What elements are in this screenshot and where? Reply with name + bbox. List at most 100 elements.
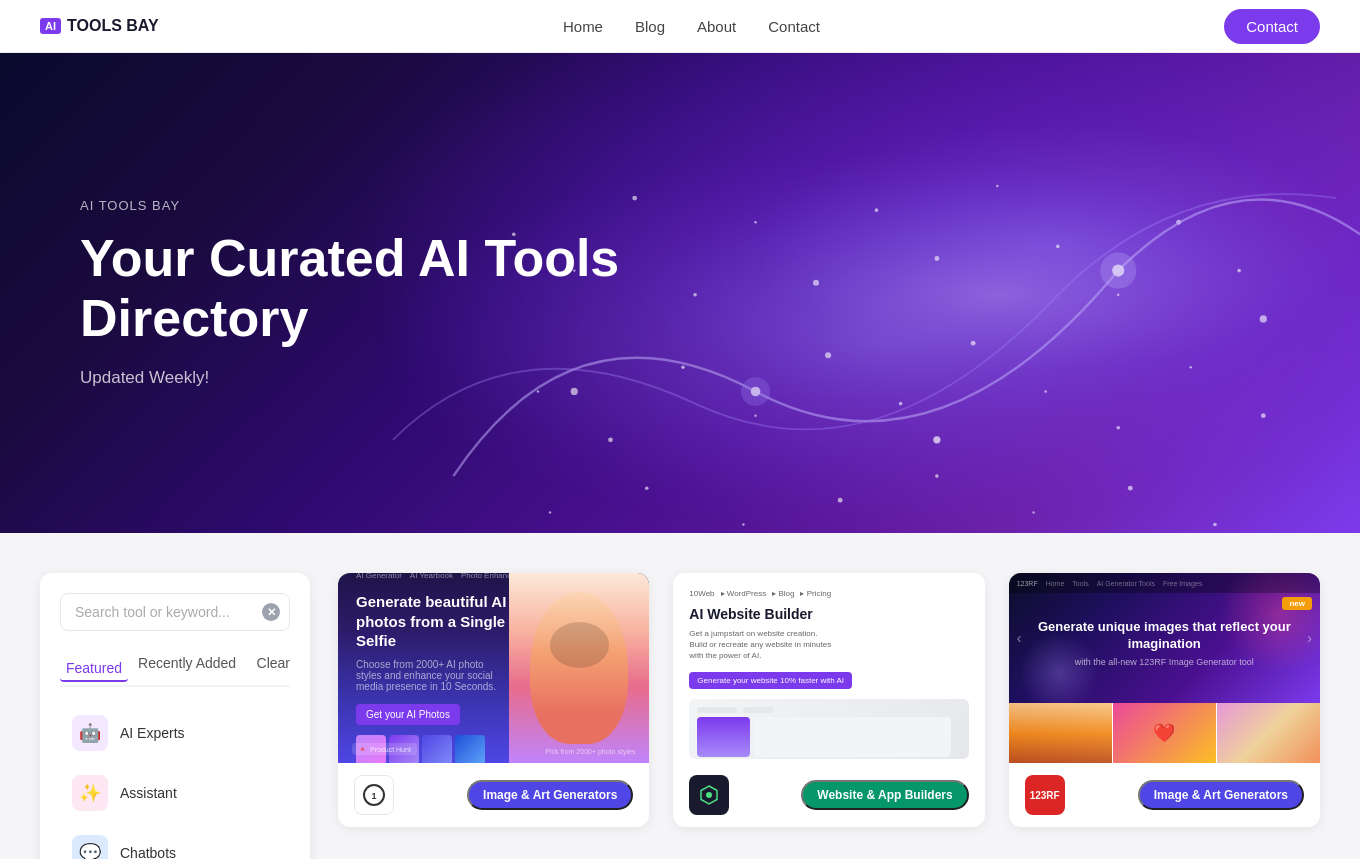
svg-point-20: [899, 402, 903, 406]
tool-logo-123rf: 123RF: [1025, 775, 1065, 815]
category-item-ai-experts[interactable]: 🤖 AI Experts: [60, 705, 290, 761]
tool-card-10web: 10Web ▸ WordPress ▸ Blog ▸ Pricing AI We…: [673, 573, 984, 827]
search-input[interactable]: [60, 593, 290, 631]
category-list: 🤖 AI Experts ✨ Assistant 💬 Chatbots 💻 Co…: [60, 705, 290, 859]
svg-point-30: [935, 474, 939, 478]
tool-screenshot-aragon: AI GeneratorAI YearbookPhoto EnhancerSty…: [338, 573, 649, 763]
new-badge-text: new: [1282, 597, 1312, 610]
card2-header: 10Web ▸ WordPress ▸ Blog ▸ Pricing: [689, 589, 968, 598]
tab-recently-added[interactable]: Recently Added: [132, 651, 242, 675]
contact-button[interactable]: Contact: [1224, 9, 1320, 44]
svg-point-40: [1260, 315, 1267, 322]
tool-screenshot-10web: 10Web ▸ WordPress ▸ Blog ▸ Pricing AI We…: [673, 573, 984, 763]
nav-blog[interactable]: Blog: [635, 18, 665, 35]
category-item-chatbots[interactable]: 💬 Chatbots: [60, 825, 290, 859]
tool-card-123rf: 123RF Home Tools AI Generator Tools Free…: [1009, 573, 1320, 827]
card2-bg: 10Web ▸ WordPress ▸ Blog ▸ Pricing AI We…: [673, 573, 984, 763]
card3-sub: with the all-new 123RF Image Generator t…: [1025, 657, 1304, 667]
thumb-2: ❤️: [1113, 703, 1216, 763]
card1-headline: Generate beautiful AI photos from a Sing…: [356, 592, 507, 651]
tab-featured[interactable]: Featured: [60, 656, 128, 682]
card3-nav: 123RF Home Tools AI Generator Tools Free…: [1009, 573, 1320, 593]
category-badge-123rf[interactable]: Image & Art Generators: [1138, 780, 1304, 810]
tool-card-aragon: AI GeneratorAI YearbookPhoto EnhancerSty…: [338, 573, 649, 827]
tool-logo-10web: [689, 775, 729, 815]
card-bottom-123rf: 123RF Image & Art Generators: [1009, 763, 1320, 827]
svg-point-38: [933, 436, 940, 443]
nav-home[interactable]: Home: [563, 18, 603, 35]
svg-point-32: [1128, 486, 1133, 491]
hero-content: AI TOOLS BAY Your Curated AI Tools Direc…: [0, 198, 860, 389]
hero-title: Your Curated AI Tools Directory: [80, 229, 780, 349]
svg-point-28: [742, 523, 744, 525]
tool-screenshot-123rf: 123RF Home Tools AI Generator Tools Free…: [1009, 573, 1320, 763]
svg-point-22: [1044, 390, 1046, 392]
svg-point-14: [1237, 269, 1241, 273]
tools-grid: AI GeneratorAI YearbookPhoto EnhancerSty…: [338, 573, 1320, 827]
hero-subtitle: Updated Weekly!: [80, 368, 780, 388]
card2-title: AI Website Builder: [689, 606, 968, 622]
main-content: ✕ Featured Recently Added Clear 🤖 AI Exp…: [0, 533, 1360, 859]
sidebar: ✕ Featured Recently Added Clear 🤖 AI Exp…: [40, 573, 310, 859]
svg-point-44: [706, 792, 712, 798]
svg-point-18: [754, 414, 756, 416]
svg-point-29: [838, 498, 843, 503]
category-item-assistant[interactable]: ✨ Assistant: [60, 765, 290, 821]
svg-point-21: [971, 341, 976, 346]
thumb-3: [1217, 703, 1320, 763]
category-icon-assistant: ✨: [72, 775, 108, 811]
logo-ai-badge: AI: [40, 18, 61, 34]
filter-tabs: Featured Recently Added Clear: [60, 651, 290, 687]
tab-clear[interactable]: Clear: [257, 655, 290, 671]
card1-model-image: [509, 573, 649, 763]
svg-point-24: [1190, 366, 1192, 368]
hero-eyebrow: AI TOOLS BAY: [80, 198, 780, 213]
svg-point-27: [645, 486, 649, 490]
svg-point-10: [996, 185, 998, 187]
tools-row-main: AI GeneratorAI YearbookPhoto EnhancerSty…: [338, 573, 1320, 827]
svg-text:1: 1: [371, 791, 376, 801]
svg-point-26: [549, 511, 551, 513]
nav-links: Home Blog About Contact: [563, 18, 820, 35]
card-bottom-aragon: 1 Image & Art Generators: [338, 763, 649, 827]
svg-point-11: [1056, 245, 1060, 249]
card3-content: Generate unique images that reflect your…: [1009, 619, 1320, 667]
style-count: Pick from 2000+ photo styles: [545, 748, 635, 755]
logo-text: TOOLS BAY: [67, 17, 159, 35]
10web-logo-icon: [698, 784, 720, 806]
card3-title: Generate unique images that reflect your…: [1025, 619, 1304, 653]
svg-point-25: [1261, 413, 1266, 418]
category-icon-chatbots: 💬: [72, 835, 108, 859]
nav-contact-link[interactable]: Contact: [768, 18, 820, 35]
tool-logo-aragon: 1: [354, 775, 394, 815]
product-hunt-badge: 🔺Product Hunt: [352, 743, 417, 755]
svg-point-15: [537, 390, 539, 392]
svg-point-12: [1117, 294, 1119, 296]
category-badge-10web[interactable]: Website & App Builders: [801, 780, 968, 810]
card1-cta-btn[interactable]: Get your AI Photos: [356, 704, 460, 725]
svg-point-39: [571, 388, 578, 395]
card1-sub: Choose from 2000+ AI photo styles and en…: [356, 659, 507, 692]
card2-cta[interactable]: Generate your website 10% faster with AI: [689, 672, 852, 689]
svg-point-31: [1032, 511, 1034, 513]
logo-123rf-text: 123RF: [1030, 790, 1060, 801]
card3-top: 123RF Home Tools AI Generator Tools Free…: [1009, 573, 1320, 703]
search-clear-button[interactable]: ✕: [262, 603, 280, 621]
svg-point-37: [1100, 252, 1136, 288]
category-icon-ai-experts: 🤖: [72, 715, 108, 751]
card1-bg: AI GeneratorAI YearbookPhoto EnhancerSty…: [338, 573, 649, 763]
category-label-ai-experts: AI Experts: [120, 725, 185, 741]
site-logo[interactable]: AI TOOLS BAY: [40, 17, 159, 35]
svg-point-9: [934, 256, 939, 261]
aragon-logo-icon: 1: [362, 783, 386, 807]
svg-point-8: [875, 208, 879, 212]
card2-mockup-content: [689, 699, 968, 759]
card2-mockup: [689, 699, 968, 759]
svg-point-23: [1116, 426, 1120, 430]
thumb-1: [1009, 703, 1112, 763]
card3-thumbs: ❤️: [1009, 703, 1320, 763]
category-label-chatbots: Chatbots: [120, 845, 176, 859]
card-bottom-10web: Website & App Builders: [673, 763, 984, 827]
nav-about[interactable]: About: [697, 18, 736, 35]
category-badge-aragon[interactable]: Image & Art Generators: [467, 780, 633, 810]
